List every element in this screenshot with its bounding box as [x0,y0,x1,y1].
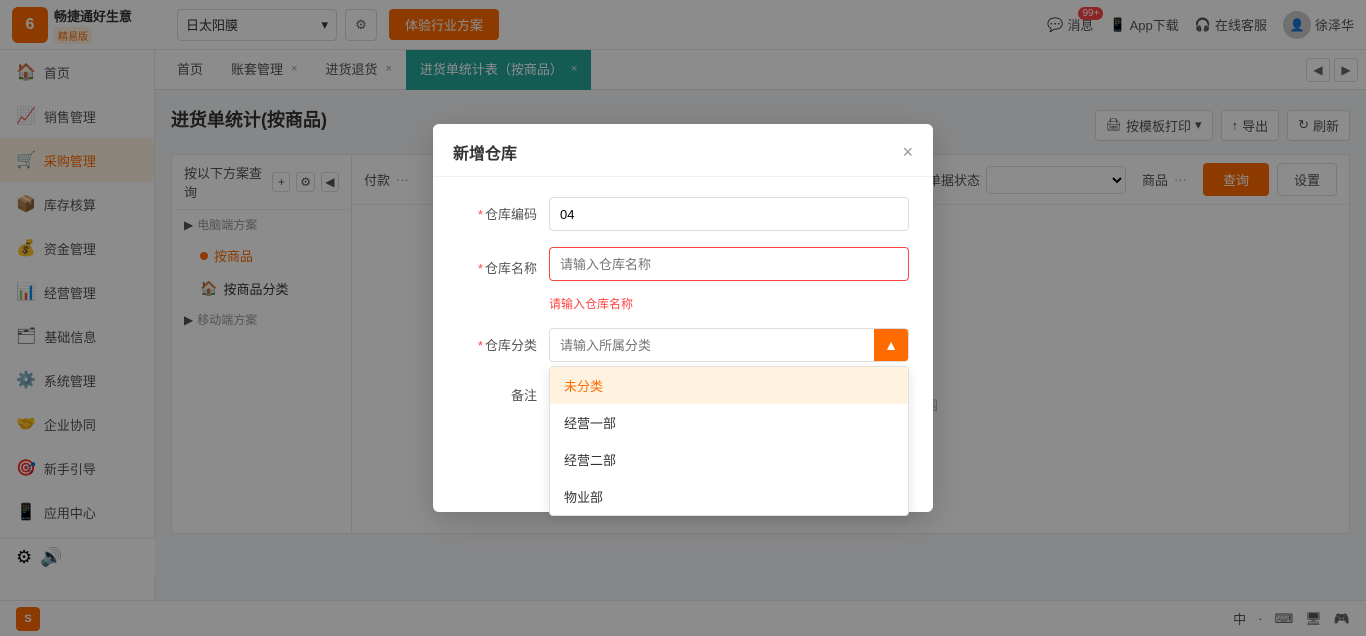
note-label: 备注 [457,378,537,404]
dialog-overlay[interactable]: 新增仓库 × *仓库编码 *仓库名称 请输入仓库名称 [0,0,1366,636]
warehouse-category-row: *仓库分类 ▲ 未分类 经营一部 经营二部 物业部 [457,328,909,362]
dropdown-item-unclassified[interactable]: 未分类 [550,367,908,404]
name-error-message: 请输入仓库名称 [549,295,633,312]
category-select-wrapper: ▲ 未分类 经营一部 经营二部 物业部 [549,328,909,362]
category-arrow-button[interactable]: ▲ [874,328,908,362]
category-input[interactable] [550,338,874,353]
new-warehouse-dialog: 新增仓库 × *仓库编码 *仓库名称 请输入仓库名称 [433,124,933,512]
warehouse-code-row: *仓库编码 [457,197,909,231]
dialog-body: *仓库编码 *仓库名称 请输入仓库名称 *仓库分类 [433,177,933,448]
warehouse-name-row: *仓库名称 请输入仓库名称 [457,247,909,312]
warehouse-code-input[interactable] [549,197,909,231]
code-label: *仓库编码 [457,197,537,223]
dialog-close-button[interactable]: × [902,142,913,163]
warehouse-name-input[interactable] [549,247,909,281]
dropdown-item-dept1[interactable]: 经营一部 [550,404,908,441]
dialog-header: 新增仓库 × [433,124,933,177]
dropdown-item-property[interactable]: 物业部 [550,478,908,515]
category-label: *仓库分类 [457,328,537,354]
name-label: *仓库名称 [457,251,537,277]
dialog-title: 新增仓库 [453,140,517,164]
dropdown-item-dept2[interactable]: 经营二部 [550,441,908,478]
category-input-row: ▲ [549,328,909,362]
category-dropdown: 未分类 经营一部 经营二部 物业部 [549,366,909,516]
